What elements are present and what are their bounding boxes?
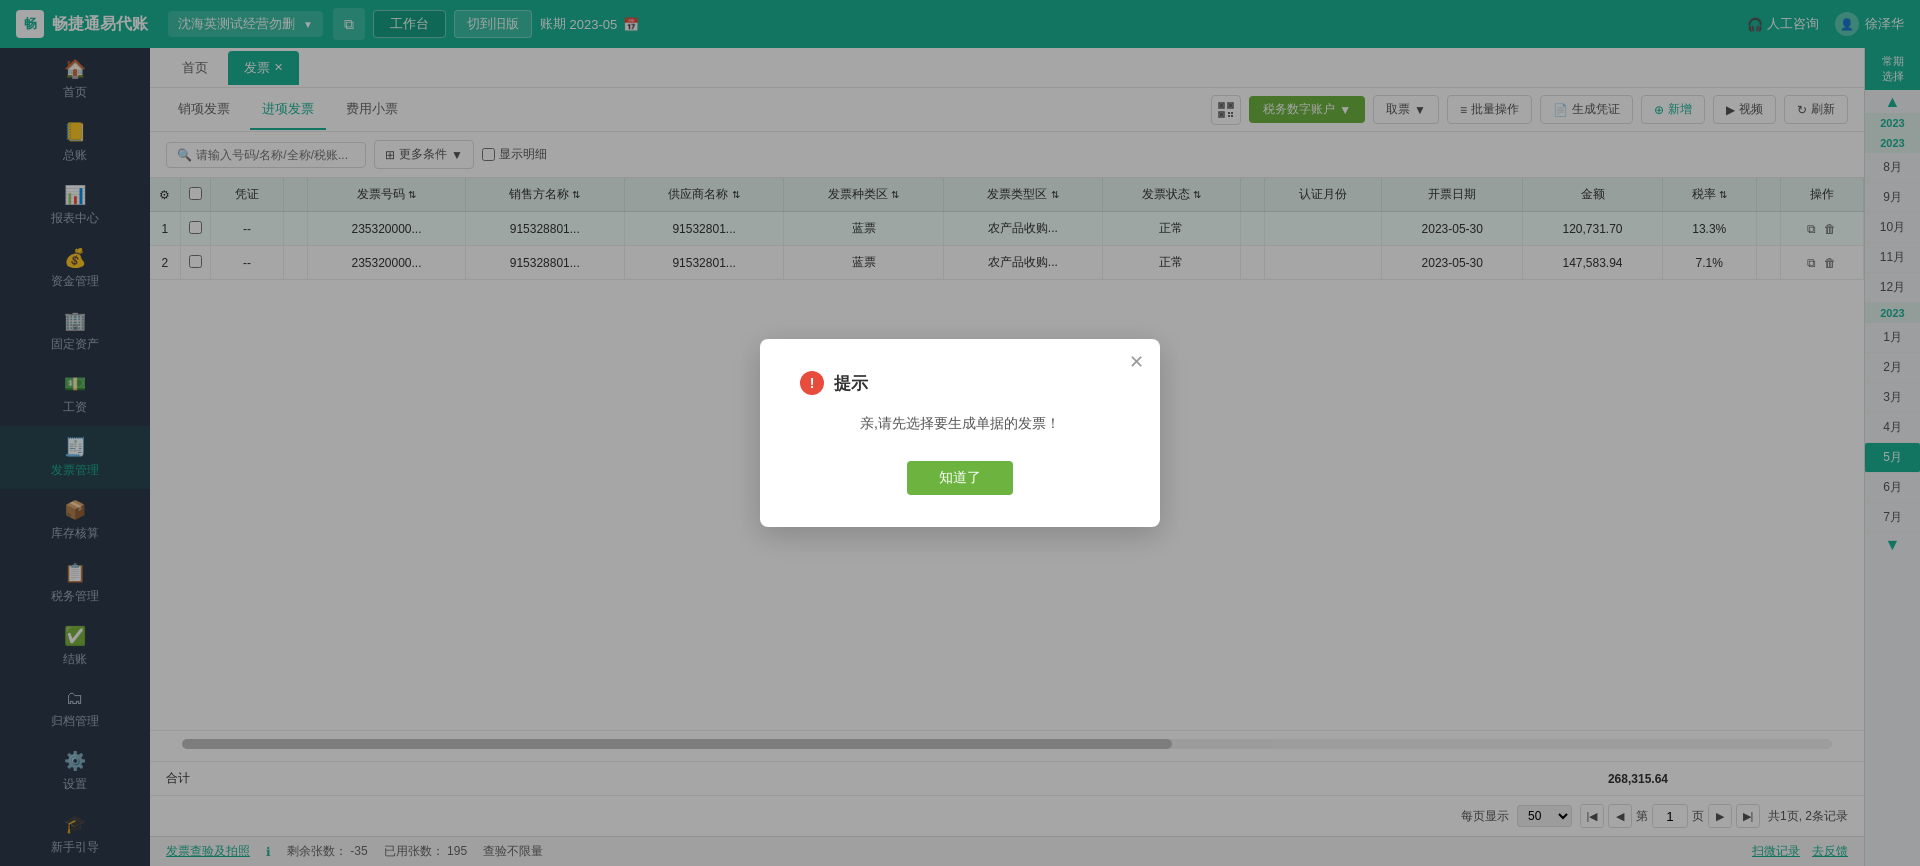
warning-icon: ! [800,371,824,395]
modal-overlay[interactable]: ✕ ! 提示 亲,请先选择要生成单据的发票！ 知道了 [0,0,1920,866]
dialog-title: ! 提示 [800,371,868,395]
dialog-ok-button[interactable]: 知道了 [907,461,1013,495]
dialog: ✕ ! 提示 亲,请先选择要生成单据的发票！ 知道了 [760,339,1160,527]
dialog-message: 亲,请先选择要生成单据的发票！ [860,415,1060,433]
dialog-close-button[interactable]: ✕ [1129,351,1144,373]
